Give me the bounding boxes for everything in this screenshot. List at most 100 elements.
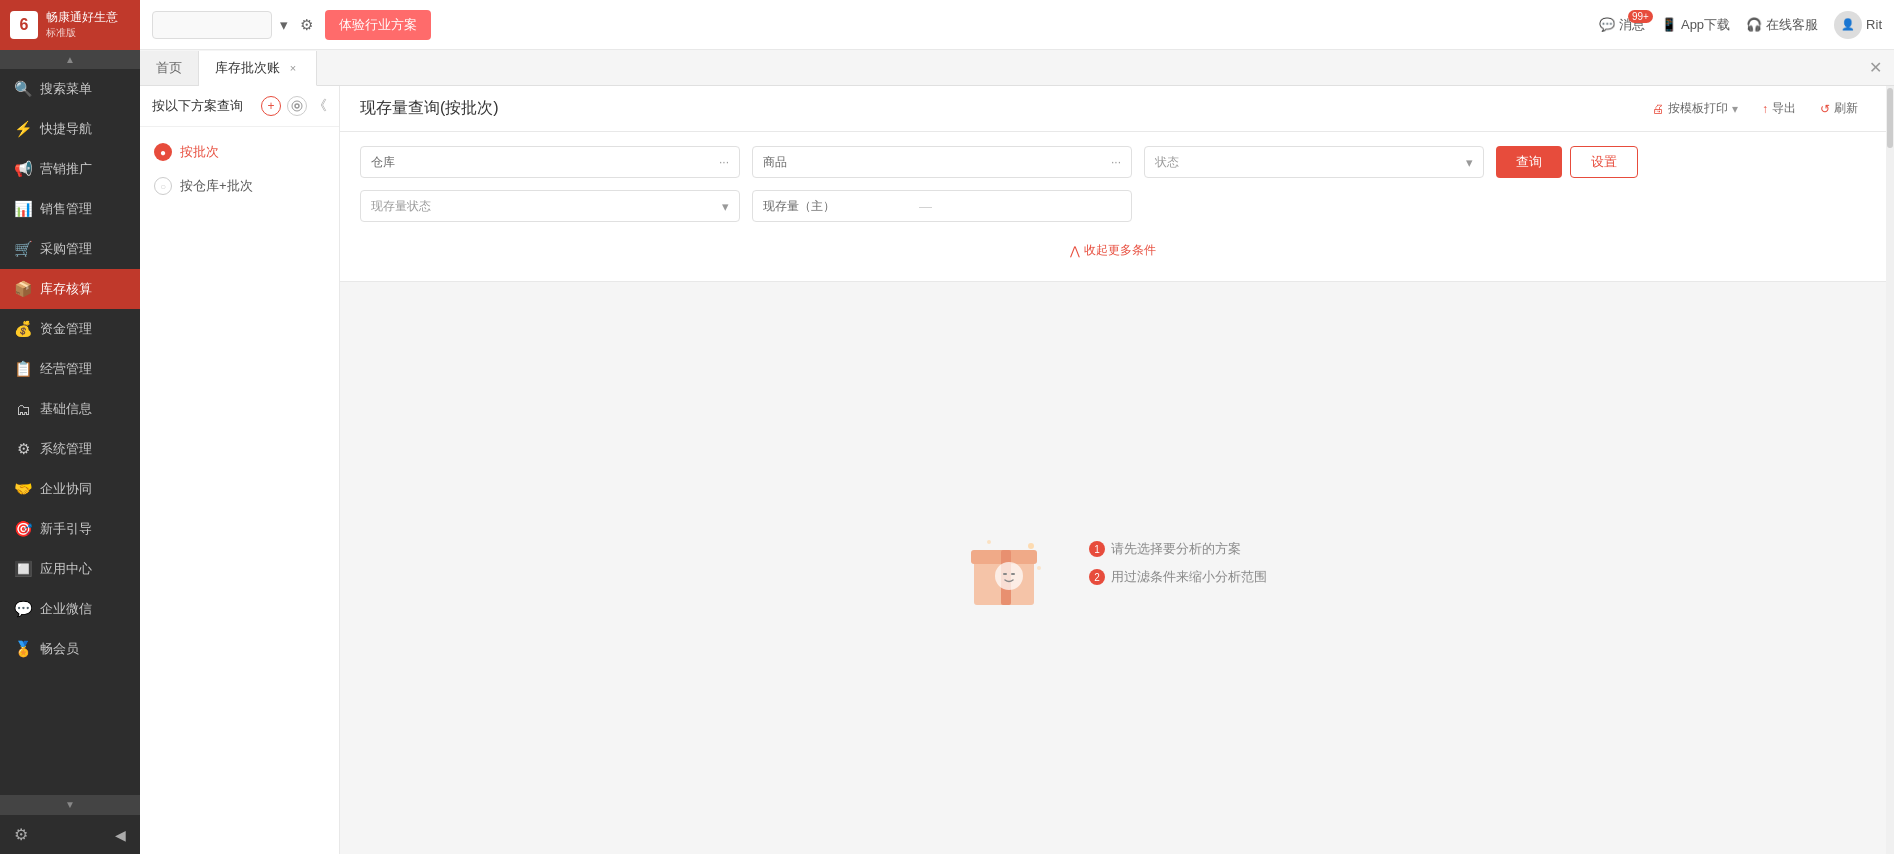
operation-icon: 📋 <box>14 360 32 378</box>
sidebar-item-wechat[interactable]: 💬 企业微信 <box>0 589 140 629</box>
topbar-search-input[interactable] <box>152 11 272 39</box>
collapse-icon[interactable]: ◀ <box>115 827 126 843</box>
messages-btn[interactable]: 💬 消息 99+ <box>1599 16 1645 34</box>
empty-svg <box>959 518 1059 618</box>
print-dropdown-icon[interactable]: ▾ <box>1732 102 1738 116</box>
settings-icon[interactable]: ⚙ <box>14 825 28 844</box>
scheme-dot-active: ● <box>154 143 172 161</box>
enterprise-icon: 🤝 <box>14 480 32 498</box>
wechat-icon: 💬 <box>14 600 32 618</box>
status-select[interactable]: 状态 ▾ <box>1144 146 1484 178</box>
avatar: 👤 <box>1834 11 1862 39</box>
sidebar-item-inventory[interactable]: 📦 库存核算 <box>0 269 140 309</box>
refresh-icon: ↺ <box>1820 102 1830 116</box>
warehouse-input[interactable] <box>403 155 719 169</box>
filter-section: 仓库 ··· 商品 ··· 状态 ▾ 查询 设置 <box>340 132 1886 282</box>
right-scrollbar <box>1886 86 1894 854</box>
warehouse-field[interactable]: 仓库 ··· <box>360 146 740 178</box>
scheme-add-btn[interactable]: + <box>261 96 281 116</box>
inventory-qty-range: 现存量（主） — <box>752 190 1132 222</box>
sidebar-item-system[interactable]: ⚙ 系统管理 <box>0 429 140 469</box>
topbar-actions: 💬 消息 99+ 📱 App下载 🎧 在线客服 👤 Rit <box>1599 11 1882 39</box>
scheme-panel: 按以下方案查询 + 《 ● 按批次 <box>140 86 340 854</box>
member-icon: 🏅 <box>14 640 32 658</box>
empty-tip-2: 2 用过滤条件来缩小分析范围 <box>1089 568 1267 586</box>
settings-btn[interactable]: 设置 <box>1570 146 1638 178</box>
tab-close-btn[interactable]: × <box>286 61 300 75</box>
scheme-item-batch[interactable]: ● 按批次 <box>140 135 339 169</box>
query-btn[interactable]: 查询 <box>1496 146 1562 178</box>
sidebar-item-newbie[interactable]: 🎯 新手引导 <box>0 509 140 549</box>
print-icon: 🖨 <box>1652 102 1664 116</box>
qty-from-input[interactable] <box>851 199 911 213</box>
topbar-search-area: ▾ ⚙ <box>152 11 317 39</box>
tab-home[interactable]: 首页 <box>140 51 199 85</box>
sidebar-scroll-up[interactable]: ▲ <box>0 50 140 69</box>
scheme-item-warehouse-batch[interactable]: ○ 按仓库+批次 <box>140 169 339 203</box>
svg-point-0 <box>295 104 299 108</box>
sidebar-item-enterprise[interactable]: 🤝 企业协同 <box>0 469 140 509</box>
filter-row-2: 现存量状态 ▾ 现存量（主） — <box>360 190 1866 222</box>
customer-service-icon: 🎧 <box>1746 17 1762 32</box>
scheme-header-actions: + 《 <box>261 96 327 116</box>
inventory-status-dropdown-icon: ▾ <box>722 199 729 214</box>
sidebar-item-marketing[interactable]: 📢 营销推广 <box>0 149 140 189</box>
product-input[interactable] <box>795 155 1111 169</box>
sidebar-item-basic[interactable]: 🗂 基础信息 <box>0 389 140 429</box>
sidebar-item-app-center[interactable]: 🔲 应用中心 <box>0 549 140 589</box>
qty-to-input[interactable] <box>940 199 1000 213</box>
tab-inventory-batch[interactable]: 库存批次账 × <box>199 51 317 86</box>
app-center-icon: 🔲 <box>14 560 32 578</box>
topbar-settings-btn[interactable]: ⚙ <box>296 14 317 36</box>
collapse-arrow-icon: ⋀ <box>1070 244 1080 258</box>
sidebar-item-purchase[interactable]: 🛒 采购管理 <box>0 229 140 269</box>
content-area: 按以下方案查询 + 《 ● 按批次 <box>140 86 1894 854</box>
topbar: ▾ ⚙ 体验行业方案 💬 消息 99+ 📱 App下载 🎧 在线客服 👤 <box>140 0 1894 50</box>
sales-icon: 📊 <box>14 200 32 218</box>
scheme-collapse-btn[interactable]: 《 <box>313 97 327 115</box>
sidebar-item-sales[interactable]: 📊 销售管理 <box>0 189 140 229</box>
sidebar-item-operation[interactable]: 📋 经营管理 <box>0 349 140 389</box>
svg-point-8 <box>1028 543 1034 549</box>
sidebar-item-member[interactable]: 🏅 畅会员 <box>0 629 140 669</box>
svg-point-10 <box>1037 566 1041 570</box>
newbie-icon: 🎯 <box>14 520 32 538</box>
product-field[interactable]: 商品 ··· <box>752 146 1132 178</box>
empty-tips: 1 请先选择要分析的方案 2 用过滤条件来缩小分析范围 <box>1089 540 1267 596</box>
panel-close-btn[interactable]: ✕ <box>1857 58 1894 77</box>
filter-buttons: 查询 设置 <box>1496 146 1638 178</box>
topbar-dropdown-btn[interactable]: ▾ <box>276 14 292 36</box>
collapse-more-btn[interactable]: ⋀ 收起更多条件 <box>360 234 1866 267</box>
app-logo: 6 <box>10 11 38 39</box>
basic-icon: 🗂 <box>14 401 32 418</box>
page-title: 现存量查询(按批次) <box>360 98 499 119</box>
status-dropdown-icon: ▾ <box>1466 155 1473 170</box>
scroll-thumb[interactable] <box>1887 88 1893 148</box>
customer-service-btn[interactable]: 🎧 在线客服 <box>1746 16 1818 34</box>
purchase-icon: 🛒 <box>14 240 32 258</box>
tab-bar: 首页 库存批次账 × ✕ <box>140 50 1894 86</box>
warehouse-more-icon[interactable]: ··· <box>719 155 729 169</box>
sidebar-bottom: ⚙ ◀ <box>0 814 140 854</box>
scheme-list: ● 按批次 ○ 按仓库+批次 <box>140 127 339 854</box>
avatar-text: 👤 <box>1841 18 1855 31</box>
empty-illustration <box>959 518 1059 618</box>
product-more-icon[interactable]: ··· <box>1111 155 1121 169</box>
inventory-status-select[interactable]: 现存量状态 ▾ <box>360 190 740 222</box>
sidebar-item-quick-nav[interactable]: ⚡ 快捷导航 <box>0 109 140 149</box>
scheme-header: 按以下方案查询 + 《 <box>140 86 339 127</box>
export-btn[interactable]: ↑ 导出 <box>1754 96 1804 121</box>
refresh-btn[interactable]: ↺ 刷新 <box>1812 96 1866 121</box>
user-avatar-area[interactable]: 👤 Rit <box>1834 11 1882 39</box>
page-header: 现存量查询(按批次) 🖨 按模板打印 ▾ ↑ 导出 ↺ 刷新 <box>340 86 1886 132</box>
sidebar-item-search[interactable]: 🔍 搜索菜单 <box>0 69 140 109</box>
app-download-btn[interactable]: 📱 App下载 <box>1661 16 1730 34</box>
sidebar-header: 6 畅康通好生意 标准版 <box>0 0 140 50</box>
sidebar-scroll-down[interactable]: ▼ <box>0 795 140 814</box>
trial-btn[interactable]: 体验行业方案 <box>325 10 431 40</box>
main-area: ▾ ⚙ 体验行业方案 💬 消息 99+ 📱 App下载 🎧 在线客服 👤 <box>140 0 1894 854</box>
svg-point-1 <box>292 101 302 111</box>
sidebar-item-finance[interactable]: 💰 资金管理 <box>0 309 140 349</box>
print-btn[interactable]: 🖨 按模板打印 ▾ <box>1644 96 1746 121</box>
scheme-settings-btn[interactable] <box>287 96 307 116</box>
